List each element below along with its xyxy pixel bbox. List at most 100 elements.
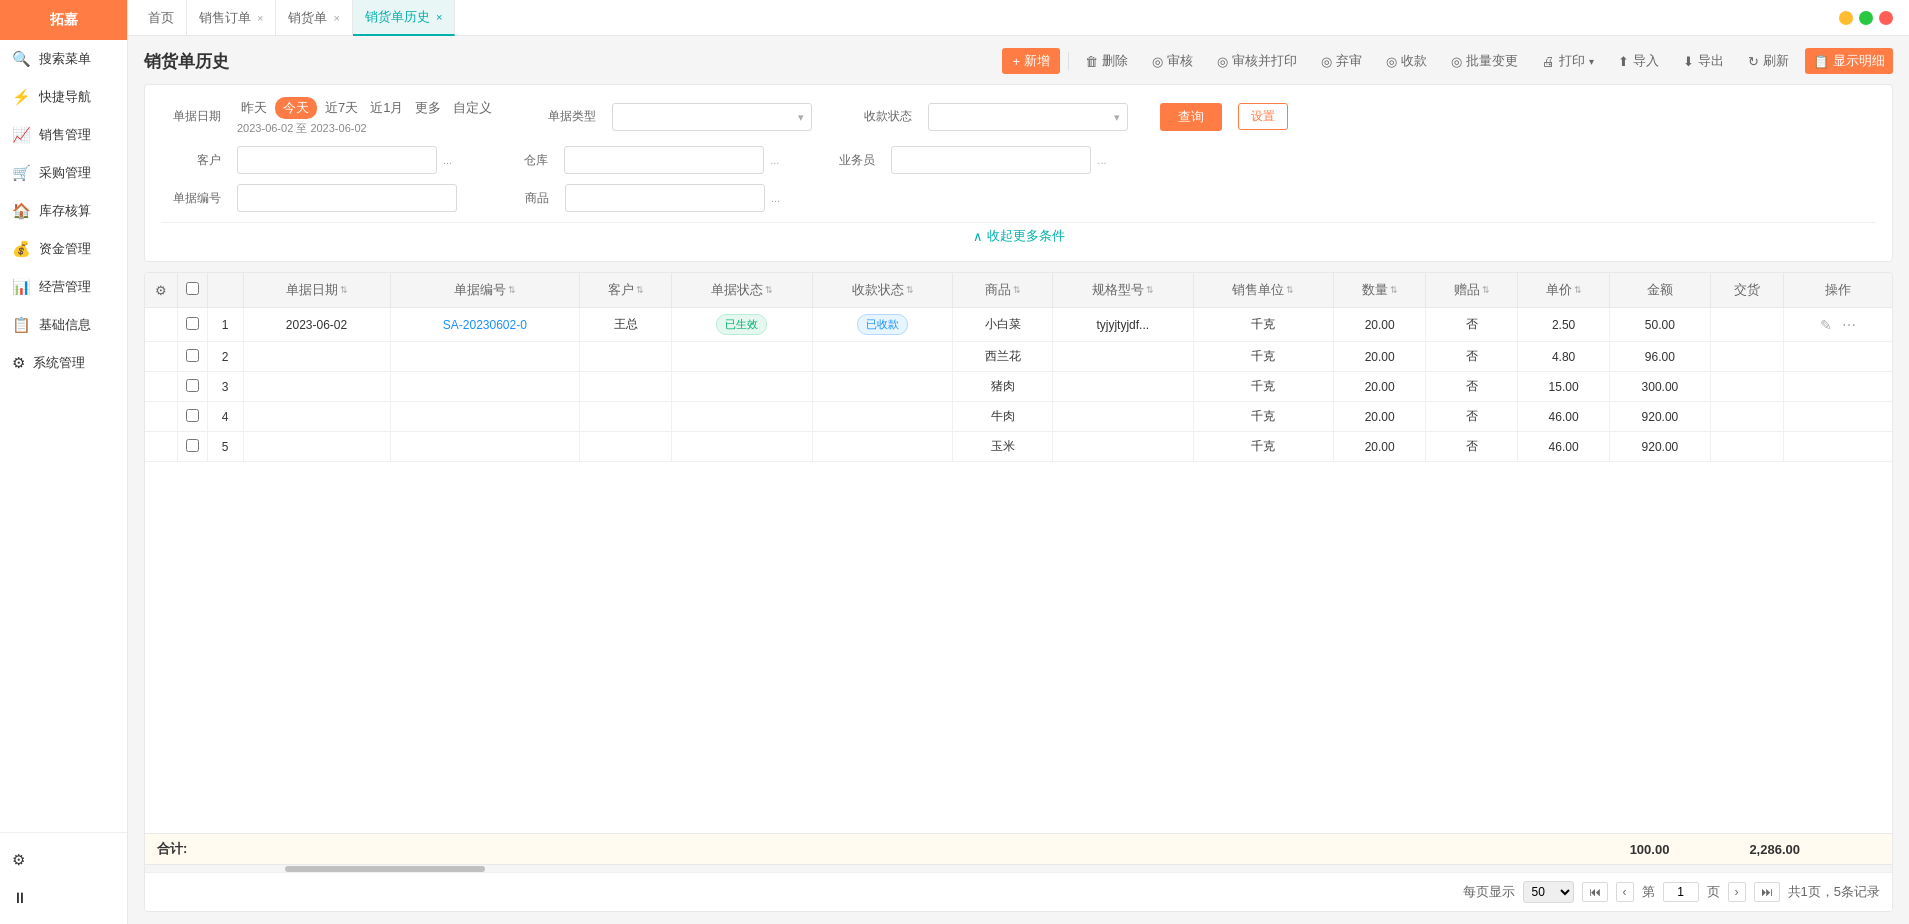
page-number-input[interactable]: 1 <box>1663 882 1699 902</box>
tab-close-sales-history[interactable]: × <box>436 11 442 23</box>
print-button[interactable]: 🖨 打印 ▾ <box>1534 48 1602 74</box>
next-page-button[interactable]: › <box>1728 882 1746 902</box>
sidebar-item-search-menu[interactable]: 🔍 搜索菜单 <box>0 40 127 78</box>
more-action-icon[interactable]: ⋯ <box>1839 317 1859 333</box>
cell-qty-0: 20.00 <box>1334 308 1426 342</box>
doc-type-select[interactable] <box>612 103 812 131</box>
payment-status-select[interactable] <box>928 103 1128 131</box>
tab-sales-history[interactable]: 销货单历史 × <box>353 0 455 36</box>
th-pay-status: 收款状态 ⇅ <box>812 273 953 308</box>
row-checkbox-2[interactable] <box>186 379 199 392</box>
sidebar-item-basic[interactable]: 📋 基础信息 <box>0 306 127 344</box>
show-detail-button[interactable]: 📋 显示明细 <box>1805 48 1893 74</box>
shortcut-more[interactable]: 更多 <box>411 97 445 119</box>
sidebar-item-quick-nav[interactable]: ⚡ 快捷导航 <box>0 78 127 116</box>
sidebar-item-gear[interactable]: ⚙ <box>0 841 127 879</box>
gear-settings-icon[interactable]: ⚙ <box>155 283 167 298</box>
sidebar-item-inventory[interactable]: 🏠 库存核算 <box>0 192 127 230</box>
cell-checkbox-1[interactable] <box>177 342 207 372</box>
prev-page-button[interactable]: ‹ <box>1616 882 1634 902</box>
sort-date-icon: ⇅ <box>340 285 348 295</box>
cell-date-3 <box>243 402 390 432</box>
th-doc-status: 单据状态 ⇅ <box>672 273 813 308</box>
goods-ellipsis[interactable]: ... <box>767 192 784 204</box>
window-maximize-button[interactable] <box>1859 11 1873 25</box>
tab-home[interactable]: 首页 <box>136 0 187 36</box>
th-seq <box>207 273 243 308</box>
select-all-checkbox[interactable] <box>186 282 199 295</box>
refresh-button[interactable]: ↻ 刷新 <box>1740 48 1797 74</box>
customer-input[interactable] <box>237 146 437 174</box>
sidebar-item-purchase[interactable]: 🛒 采购管理 <box>0 154 127 192</box>
shortcut-yesterday[interactable]: 昨天 <box>237 97 271 119</box>
edit-action-icon[interactable]: ✎ <box>1817 317 1835 333</box>
cell-checkbox-3[interactable] <box>177 402 207 432</box>
salesperson-ellipsis[interactable]: ... <box>1093 154 1110 166</box>
batch-change-button[interactable]: ◎ 批量变更 <box>1443 48 1526 74</box>
abandon-button[interactable]: ◎ 弃审 <box>1313 48 1370 74</box>
warehouse-label: 仓库 <box>488 152 548 169</box>
sidebar-item-finance[interactable]: 💰 资金管理 <box>0 230 127 268</box>
delete-button[interactable]: 🗑 删除 <box>1077 48 1136 74</box>
sidebar-icon-quick-nav: ⚡ <box>12 88 31 106</box>
shortcut-today[interactable]: 今天 <box>275 97 317 119</box>
th-spec: 规格型号 ⇅ <box>1052 273 1193 308</box>
collect-button[interactable]: ◎ 收款 <box>1378 48 1435 74</box>
sort-gift-icon: ⇅ <box>1482 285 1490 295</box>
goods-input[interactable] <box>565 184 765 212</box>
row-checkbox-0[interactable] <box>186 317 199 330</box>
per-page-label: 每页显示 <box>1463 883 1515 901</box>
sidebar-item-sales[interactable]: 📈 销售管理 <box>0 116 127 154</box>
shortcut-custom[interactable]: 自定义 <box>449 97 496 119</box>
export-button[interactable]: ⬇ 导出 <box>1675 48 1732 74</box>
cell-gift-0: 否 <box>1426 308 1518 342</box>
tab-sales-goods[interactable]: 销货单× <box>276 0 352 36</box>
collapse-button[interactable]: ∧ 收起更多条件 <box>161 222 1876 249</box>
row-checkbox-4[interactable] <box>186 439 199 452</box>
print-dropdown-icon: ▾ <box>1589 56 1594 67</box>
audit-print-button[interactable]: ◎ 审核并打印 <box>1209 48 1305 74</box>
audit-button[interactable]: ◎ 审核 <box>1144 48 1201 74</box>
customer-ellipsis[interactable]: ... <box>439 154 456 166</box>
date-field: 昨天 今天 近7天 近1月 更多 自定义 2023-06-02 至 2023-0… <box>237 97 496 136</box>
window-minimize-button[interactable] <box>1839 11 1853 25</box>
main-area: 首页销售订单×销货单×销货单历史 × 销货单历史 + 新增 🗑 删除 <box>128 0 1909 924</box>
cell-action-1 <box>1783 342 1892 372</box>
last-page-button[interactable]: ⏭ <box>1754 882 1780 902</box>
cell-docno-3 <box>390 402 580 432</box>
salesperson-input[interactable] <box>891 146 1091 174</box>
sidebar-item-pause[interactable]: ⏸ <box>0 879 127 916</box>
row-checkbox-3[interactable] <box>186 409 199 422</box>
tab-label-sales-history: 销货单历史 <box>365 8 430 26</box>
warehouse-ellipsis[interactable]: ... <box>766 154 783 166</box>
pay-status-badge: 已收款 <box>857 314 908 335</box>
per-page-select[interactable]: 50 100 <box>1523 881 1574 903</box>
tab-close-sales-goods[interactable]: × <box>333 12 339 24</box>
first-page-button[interactable]: ⏮ <box>1582 882 1608 902</box>
sidebar-item-operation[interactable]: 📊 经营管理 <box>0 268 127 306</box>
cell-action-2 <box>1783 372 1892 402</box>
cell-gear-1 <box>145 342 177 372</box>
sidebar-item-system[interactable]: ⚙ 系统管理 <box>0 344 127 382</box>
cell-seq-2: 3 <box>207 372 243 402</box>
window-close-button[interactable] <box>1879 11 1893 25</box>
cell-checkbox-0[interactable] <box>177 308 207 342</box>
tab-close-sales-order[interactable]: × <box>257 12 263 24</box>
table-scroll[interactable]: ⚙ 单据日期 ⇅ <box>145 273 1892 833</box>
cell-docstatus-0: 已生效 <box>672 308 813 342</box>
scrollbar-thumb[interactable] <box>285 866 485 872</box>
shortcut-7days[interactable]: 近7天 <box>321 97 362 119</box>
row-checkbox-1[interactable] <box>186 349 199 362</box>
tab-sales-order[interactable]: 销售订单× <box>187 0 276 36</box>
horizontal-scrollbar[interactable] <box>145 864 1892 872</box>
cell-checkbox-2[interactable] <box>177 372 207 402</box>
cell-checkbox-4[interactable] <box>177 432 207 462</box>
query-button[interactable]: 查询 <box>1160 103 1222 131</box>
warehouse-input[interactable] <box>564 146 764 174</box>
doc-no-input[interactable] <box>237 184 457 212</box>
add-button[interactable]: + 新增 <box>1002 48 1060 74</box>
import-button[interactable]: ⬆ 导入 <box>1610 48 1667 74</box>
cell-gift-1: 否 <box>1426 342 1518 372</box>
setting-button[interactable]: 设置 <box>1238 103 1288 130</box>
shortcut-1month[interactable]: 近1月 <box>366 97 407 119</box>
